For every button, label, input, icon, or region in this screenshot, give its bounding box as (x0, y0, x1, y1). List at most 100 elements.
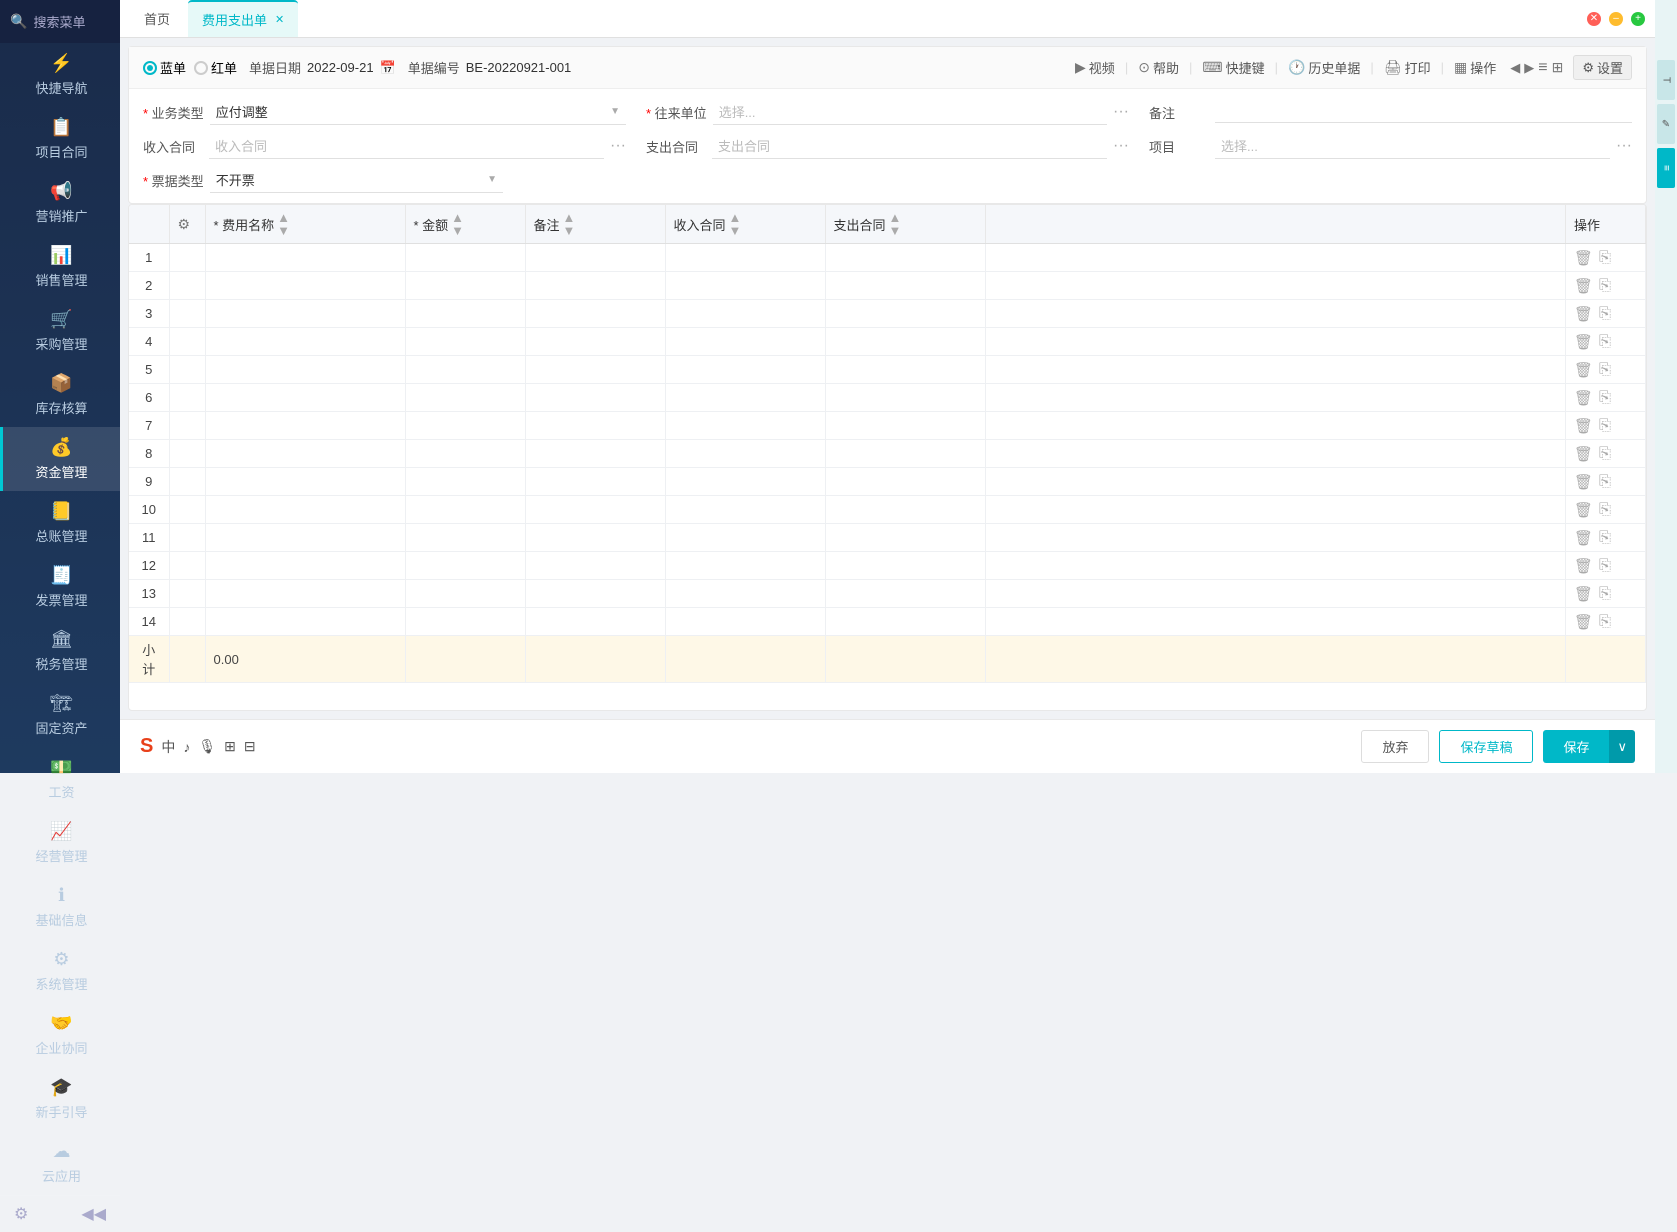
delete-icon[interactable]: 🗑 (1574, 557, 1593, 575)
copy-icon[interactable]: ⎘ (1599, 333, 1611, 350)
row-remark[interactable] (525, 496, 665, 524)
row-name[interactable] (205, 524, 405, 552)
sidebar-search[interactable]: 🔍 搜索菜单 (0, 0, 120, 43)
music-icon[interactable]: ♪ (183, 739, 190, 755)
save-button[interactable]: 保存 (1543, 730, 1609, 763)
row-amount[interactable] (405, 272, 525, 300)
row-income-contract[interactable] (665, 580, 825, 608)
shortcut-btn[interactable]: ⌨ 快捷键 (1202, 58, 1264, 77)
collapse-icon[interactable]: ◀◀ (81, 1204, 106, 1224)
row-remark[interactable] (525, 524, 665, 552)
row-remark[interactable] (525, 608, 665, 636)
row-name[interactable] (205, 608, 405, 636)
row-income-contract[interactable] (665, 468, 825, 496)
expense-contract-placeholder[interactable]: 支出合同 (712, 133, 1107, 159)
help-btn[interactable]: ⊙ 帮助 (1138, 58, 1179, 77)
copy-icon[interactable]: ⎘ (1599, 501, 1611, 518)
row-amount[interactable] (405, 440, 525, 468)
row-income-contract[interactable] (665, 356, 825, 384)
sort-amount-icon[interactable]: ▲▼ (451, 211, 464, 237)
row-name[interactable] (205, 356, 405, 384)
remark-input[interactable] (1215, 101, 1632, 123)
row-amount[interactable] (405, 496, 525, 524)
sort-expense-icon[interactable]: ▲▼ (889, 211, 902, 237)
row-expense-contract[interactable] (825, 356, 985, 384)
row-expense-contract[interactable] (825, 580, 985, 608)
delete-icon[interactable]: 🗑 (1574, 249, 1593, 267)
row-name[interactable] (205, 412, 405, 440)
mic-icon[interactable]: 🎙 (198, 738, 216, 755)
row-name[interactable] (205, 552, 405, 580)
row-name[interactable] (205, 496, 405, 524)
row-name[interactable] (205, 580, 405, 608)
delete-icon[interactable]: 🗑 (1574, 473, 1593, 491)
grid-remove-icon[interactable]: ⊟ (244, 738, 256, 755)
date-value[interactable]: 2022-09-21 (307, 60, 374, 75)
row-expense-contract[interactable] (825, 440, 985, 468)
right-panel-icon-3[interactable]: ≡ (1657, 148, 1675, 188)
sidebar-item-inventory[interactable]: 📦库存核算 (0, 363, 120, 427)
column-settings-icon[interactable]: ⚙ (178, 216, 191, 232)
income-contract-placeholder[interactable]: 收入合同 (209, 133, 604, 159)
right-panel-icon-1[interactable]: T (1657, 60, 1675, 100)
sidebar-item-capital[interactable]: 💰资金管理 (0, 427, 120, 491)
operation-btn[interactable]: ▦ 操作 (1454, 58, 1496, 77)
row-income-contract[interactable] (665, 412, 825, 440)
row-remark[interactable] (525, 412, 665, 440)
view-list-btn[interactable]: ≡ (1538, 59, 1547, 77)
sidebar-item-salary[interactable]: 💵工资 (0, 747, 120, 811)
row-amount[interactable] (405, 244, 525, 272)
video-btn[interactable]: ▶ 视频 (1075, 58, 1115, 77)
copy-icon[interactable]: ⎘ (1599, 389, 1611, 406)
row-expense-contract[interactable] (825, 412, 985, 440)
income-contract-more-icon[interactable]: ··· (610, 137, 626, 155)
row-expense-contract[interactable] (825, 524, 985, 552)
sidebar-item-system[interactable]: ⚙系统管理 (0, 939, 120, 1003)
sidebar-item-enterprise[interactable]: 🤝企业协同 (0, 1003, 120, 1067)
delete-icon[interactable]: 🗑 (1574, 585, 1593, 603)
delete-icon[interactable]: 🗑 (1574, 417, 1593, 435)
row-expense-contract[interactable] (825, 272, 985, 300)
copy-icon[interactable]: ⎘ (1599, 361, 1611, 378)
delete-icon[interactable]: 🗑 (1574, 613, 1593, 631)
window-max-btn[interactable]: + (1631, 12, 1645, 26)
row-remark[interactable] (525, 244, 665, 272)
sort-income-icon[interactable]: ▲▼ (729, 211, 742, 237)
window-close-btn[interactable]: ✕ (1587, 12, 1601, 26)
row-remark[interactable] (525, 328, 665, 356)
delete-icon[interactable]: 🗑 (1574, 361, 1593, 379)
nav-next-btn[interactable]: ▶ (1524, 60, 1534, 76)
row-amount[interactable] (405, 328, 525, 356)
copy-icon[interactable]: ⎘ (1599, 417, 1611, 434)
set-button[interactable]: ⚙ 设置 (1573, 55, 1632, 80)
row-name[interactable] (205, 244, 405, 272)
copy-icon[interactable]: ⎘ (1599, 305, 1611, 322)
counterpart-placeholder[interactable]: 选择... (713, 99, 1107, 125)
row-remark[interactable] (525, 356, 665, 384)
row-expense-contract[interactable] (825, 384, 985, 412)
row-income-contract[interactable] (665, 524, 825, 552)
delete-icon[interactable]: 🗑 (1574, 305, 1593, 323)
nav-prev-btn[interactable]: ◀ (1510, 60, 1520, 76)
row-remark[interactable] (525, 272, 665, 300)
th-setting[interactable]: ⚙ (169, 205, 205, 244)
delete-icon[interactable]: 🗑 (1574, 445, 1593, 463)
save-dropdown-button[interactable]: ∨ (1609, 730, 1635, 763)
sidebar-item-operations[interactable]: 📈经营管理 (0, 811, 120, 875)
window-min-btn[interactable]: – (1609, 12, 1623, 26)
sidebar-item-cloud-app[interactable]: ☁云应用 (0, 1131, 120, 1195)
chinese-icon[interactable]: 中 (161, 737, 175, 757)
row-name[interactable] (205, 328, 405, 356)
row-amount[interactable] (405, 356, 525, 384)
tab-home[interactable]: 首页 (130, 0, 184, 37)
counterpart-more-icon[interactable]: ··· (1113, 103, 1129, 121)
sidebar-item-base-info[interactable]: ℹ基础信息 (0, 875, 120, 939)
row-name[interactable] (205, 384, 405, 412)
settings-icon[interactable]: ⚙ (14, 1204, 28, 1224)
calendar-icon[interactable]: 📅 (380, 60, 396, 76)
row-expense-contract[interactable] (825, 496, 985, 524)
row-expense-contract[interactable] (825, 328, 985, 356)
row-remark[interactable] (525, 384, 665, 412)
grid-add-icon[interactable]: ⊞ (224, 738, 236, 755)
row-income-contract[interactable] (665, 384, 825, 412)
